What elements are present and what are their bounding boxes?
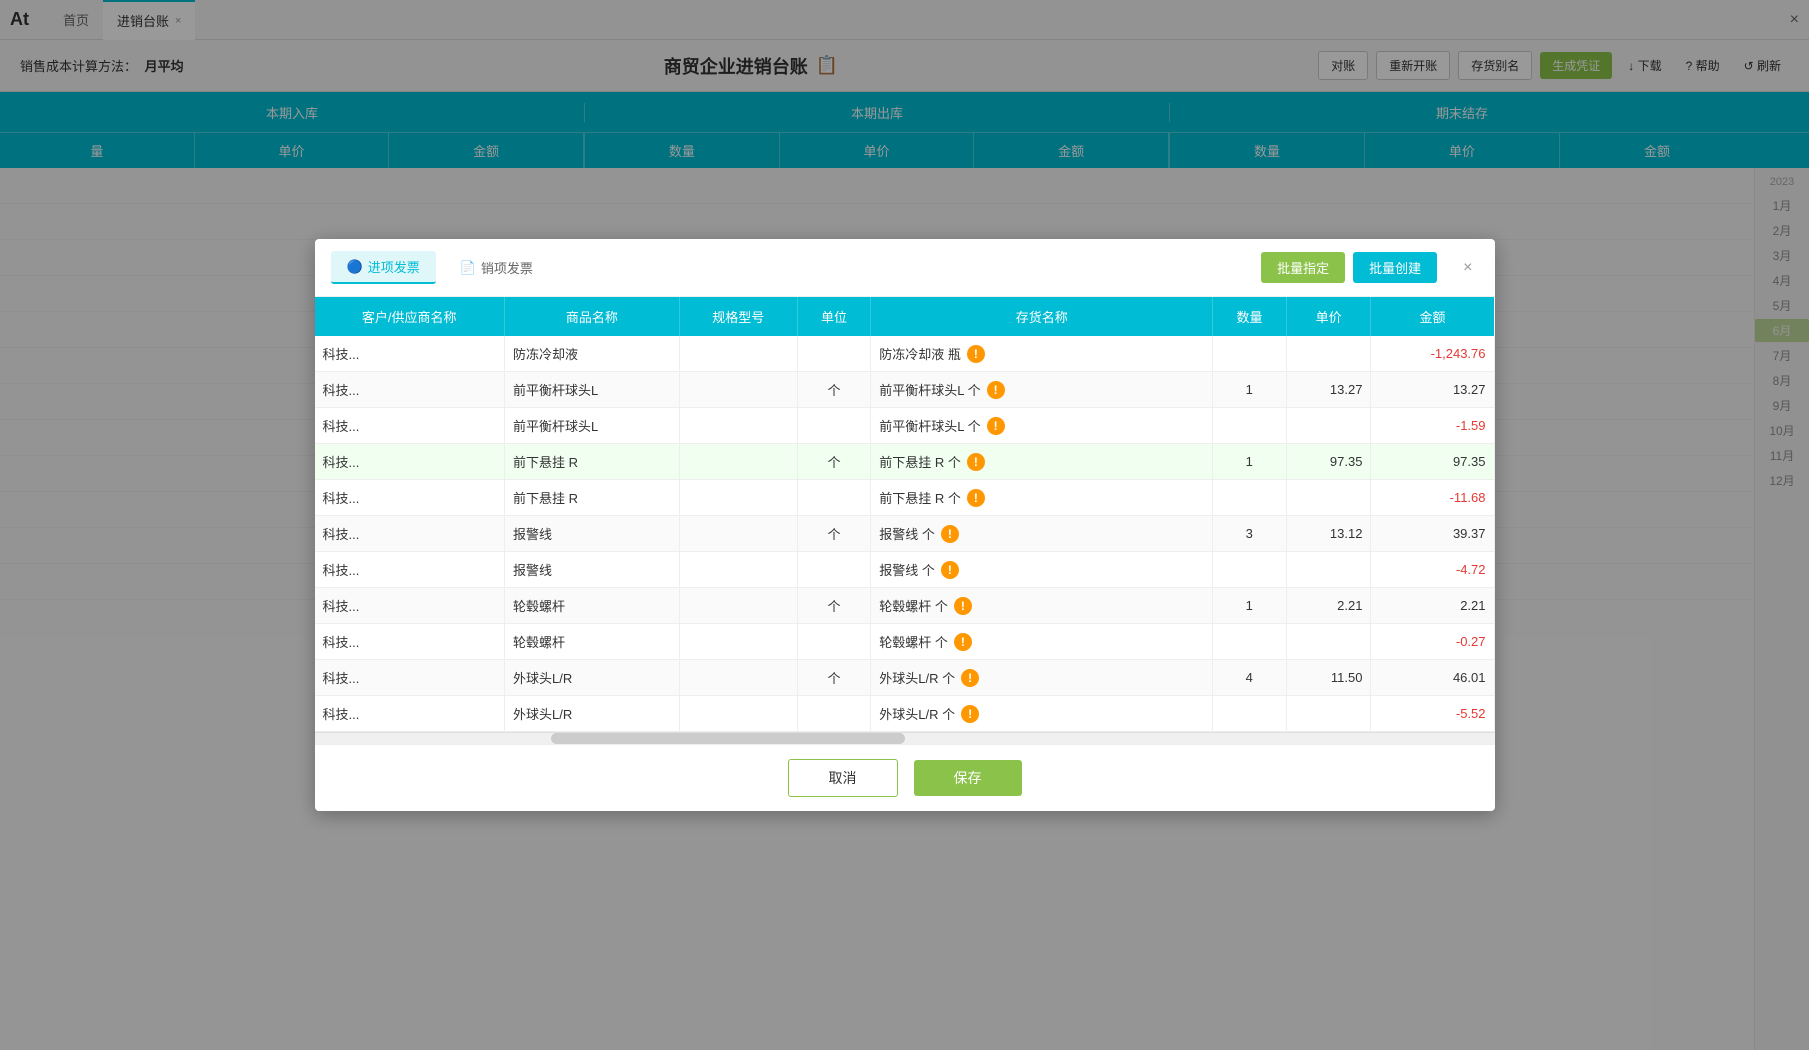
modal-header: 🔵 进项发票 📄 销项发票 批量指定 批量创建 × (315, 239, 1495, 297)
table-row: 科技...外球头L/R个外球头L/R 个!411.5046.01 (315, 660, 1495, 696)
warning-icon[interactable]: ! (941, 525, 959, 543)
warning-icon[interactable]: ! (954, 633, 972, 651)
tab-outgoing-invoice[interactable]: 📄 销项发票 (444, 252, 549, 283)
modal-footer: 取消 保存 (315, 744, 1495, 811)
table-row: 科技...轮毂螺杆个轮毂螺杆 个!12.212.21 (315, 588, 1495, 624)
th-inventory: 存货名称 (871, 297, 1213, 336)
th-price: 单价 (1286, 297, 1371, 336)
table-row: 科技...前平衡杆球头L前平衡杆球头L 个!-1.59 (315, 408, 1495, 444)
warning-icon[interactable]: ! (967, 345, 985, 363)
outgoing-icon: 📄 (460, 260, 476, 276)
invoice-table-body: 科技...防冻冷却液防冻冷却液 瓶!-1,243.76科技...前平衡杆球头L个… (315, 336, 1495, 732)
th-qty: 数量 (1213, 297, 1287, 336)
table-row: 科技...前下悬挂 R前下悬挂 R 个!-11.68 (315, 480, 1495, 516)
warning-icon[interactable]: ! (987, 381, 1005, 399)
table-row: 科技...前下悬挂 R个前下悬挂 R 个!197.3597.35 (315, 444, 1495, 480)
th-supplier: 客户/供应商名称 (315, 297, 505, 336)
invoice-modal: 🔵 进项发票 📄 销项发票 批量指定 批量创建 × 客户/供应商名称 商品名称 … (315, 239, 1495, 811)
table-row: 科技...前平衡杆球头L个前平衡杆球头L 个!113.2713.27 (315, 372, 1495, 408)
warning-icon[interactable]: ! (961, 705, 979, 723)
batch-create-button[interactable]: 批量创建 (1353, 252, 1437, 283)
modal-table-wrapper[interactable]: 客户/供应商名称 商品名称 规格型号 单位 存货名称 数量 单价 金额 科技..… (315, 297, 1495, 732)
table-row: 科技...报警线报警线 个!-4.72 (315, 552, 1495, 588)
table-row: 科技...轮毂螺杆轮毂螺杆 个!-0.27 (315, 624, 1495, 660)
invoice-table: 客户/供应商名称 商品名称 规格型号 单位 存货名称 数量 单价 金额 科技..… (315, 297, 1495, 732)
th-spec: 规格型号 (679, 297, 797, 336)
modal-scroll-thumb[interactable] (551, 733, 905, 744)
table-row: 科技...报警线个报警线 个!313.1239.37 (315, 516, 1495, 552)
warning-icon[interactable]: ! (954, 597, 972, 615)
warning-icon[interactable]: ! (967, 453, 985, 471)
batch-assign-button[interactable]: 批量指定 (1261, 252, 1345, 283)
modal-overlay: 🔵 进项发票 📄 销项发票 批量指定 批量创建 × 客户/供应商名称 商品名称 … (0, 0, 1809, 1050)
warning-icon[interactable]: ! (961, 669, 979, 687)
cancel-button[interactable]: 取消 (788, 759, 898, 797)
modal-close-button[interactable]: × (1457, 257, 1478, 279)
warning-icon[interactable]: ! (941, 561, 959, 579)
warning-icon[interactable]: ! (967, 489, 985, 507)
th-amount: 金额 (1371, 297, 1494, 336)
save-button[interactable]: 保存 (914, 760, 1022, 796)
table-row: 科技...外球头L/R外球头L/R 个!-5.52 (315, 696, 1495, 732)
th-goods: 商品名称 (504, 297, 679, 336)
warning-icon[interactable]: ! (987, 417, 1005, 435)
incoming-icon: 🔵 (347, 259, 363, 275)
modal-scroll-bar[interactable] (315, 732, 1495, 744)
th-unit: 单位 (797, 297, 871, 336)
tab-incoming-invoice[interactable]: 🔵 进项发票 (331, 251, 436, 284)
table-row: 科技...防冻冷却液防冻冷却液 瓶!-1,243.76 (315, 336, 1495, 372)
table-header-row: 客户/供应商名称 商品名称 规格型号 单位 存货名称 数量 单价 金额 (315, 297, 1495, 336)
